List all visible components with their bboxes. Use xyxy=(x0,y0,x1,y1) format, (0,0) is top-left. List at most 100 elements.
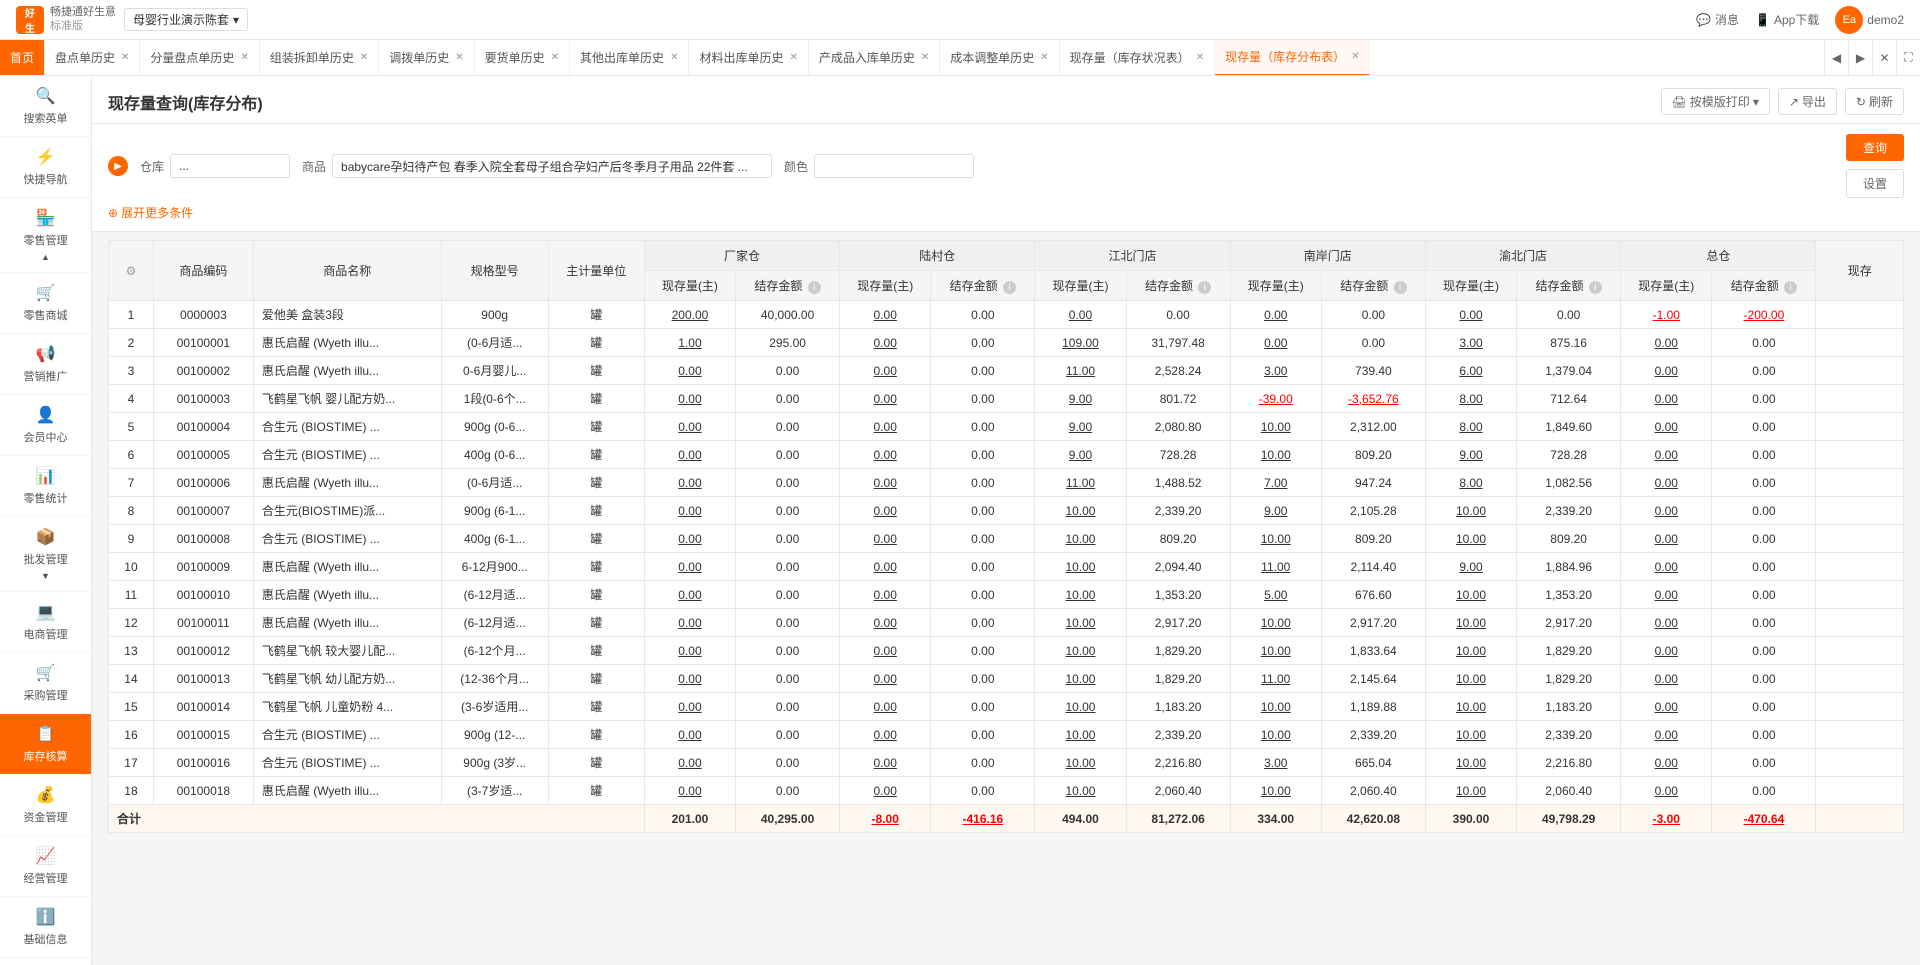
na-qty-cell[interactable]: 5.00 xyxy=(1230,581,1321,609)
user-profile[interactable]: Ea demo2 xyxy=(1835,6,1904,34)
jb-qty-cell[interactable]: 10.00 xyxy=(1035,665,1126,693)
expand-conditions-btn[interactable]: ⊕ 展开更多条件 xyxy=(108,204,1904,221)
total-qty-cell[interactable]: 0.00 xyxy=(1621,525,1712,553)
total-qty-cell[interactable]: 0.00 xyxy=(1621,693,1712,721)
f-qty-cell[interactable]: 0.00 xyxy=(644,553,735,581)
close-icon[interactable]: ✕ xyxy=(1196,52,1204,63)
jb-qty-cell[interactable]: 10.00 xyxy=(1035,749,1126,777)
f-qty-cell[interactable]: 0.00 xyxy=(644,693,735,721)
f-qty-cell[interactable]: 0.00 xyxy=(644,777,735,805)
total-qty-cell[interactable]: 0.00 xyxy=(1621,609,1712,637)
na-qty-cell[interactable]: 10.00 xyxy=(1230,637,1321,665)
tab-qita[interactable]: 其他出库单历史 ✕ xyxy=(570,40,689,76)
f-qty-cell[interactable]: 0.00 xyxy=(644,609,735,637)
warehouse-input[interactable] xyxy=(170,154,290,178)
tab-xiancun-dist[interactable]: 现存量（库存分布表） ✕ xyxy=(1215,40,1370,76)
color-input[interactable] xyxy=(814,154,974,178)
l-qty-cell[interactable]: 0.00 xyxy=(840,609,931,637)
tab-zuzhuan[interactable]: 组装拆卸单历史 ✕ xyxy=(260,40,379,76)
jb-qty-cell[interactable]: 10.00 xyxy=(1035,553,1126,581)
total-qty-cell[interactable]: 0.00 xyxy=(1621,469,1712,497)
jb-qty-cell[interactable]: 10.00 xyxy=(1035,497,1126,525)
yb-qty-cell[interactable]: 8.00 xyxy=(1425,469,1516,497)
na-qty-cell[interactable]: 3.00 xyxy=(1230,357,1321,385)
yb-qty-cell[interactable]: 8.00 xyxy=(1425,413,1516,441)
jb-qty-cell[interactable]: 11.00 xyxy=(1035,469,1126,497)
l-qty-cell[interactable]: 0.00 xyxy=(840,329,931,357)
na-qty-cell[interactable]: 10.00 xyxy=(1230,413,1321,441)
close-icon[interactable]: ✕ xyxy=(455,52,463,63)
nav-close-all[interactable]: ✕ xyxy=(1872,40,1896,76)
l-qty-cell[interactable]: 0.00 xyxy=(840,301,931,329)
info-icon[interactable]: i xyxy=(1589,281,1602,294)
na-qty-cell[interactable]: -39.00 xyxy=(1230,385,1321,413)
store-selector[interactable]: 母婴行业演示陈套 ▾ xyxy=(124,8,248,31)
setting-button[interactable]: 设置 xyxy=(1846,169,1904,198)
tab-diaobo[interactable]: 调拨单历史 ✕ xyxy=(379,40,474,76)
na-qty-cell[interactable]: 10.00 xyxy=(1230,693,1321,721)
nav-maximize[interactable]: ⛶ xyxy=(1896,40,1920,76)
sidebar-item-wholesale[interactable]: 📦 批发管理 ▼ xyxy=(0,517,91,592)
yb-qty-cell[interactable]: 10.00 xyxy=(1425,609,1516,637)
f-qty-cell[interactable]: 0.00 xyxy=(644,497,735,525)
yb-qty-cell[interactable]: 10.00 xyxy=(1425,665,1516,693)
f-qty-cell[interactable]: 0.00 xyxy=(644,581,735,609)
tab-xiancun-status[interactable]: 现存量（库存状况表） ✕ xyxy=(1060,40,1215,76)
tab-pandian[interactable]: 盘点单历史 ✕ xyxy=(45,40,140,76)
sidebar-item-purchase[interactable]: 🛒 采购管理 xyxy=(0,653,91,714)
total-qty-cell[interactable]: 0.00 xyxy=(1621,441,1712,469)
close-icon[interactable]: ✕ xyxy=(921,52,929,63)
yb-qty-cell[interactable]: 10.00 xyxy=(1425,721,1516,749)
f-qty-cell[interactable]: 0.00 xyxy=(644,749,735,777)
sidebar-item-ecom[interactable]: 💻 电商管理 xyxy=(0,592,91,653)
total-qty-cell[interactable]: 0.00 xyxy=(1621,553,1712,581)
na-qty-cell[interactable]: 9.00 xyxy=(1230,497,1321,525)
f-qty-cell[interactable]: 0.00 xyxy=(644,665,735,693)
na-qty-cell[interactable]: 11.00 xyxy=(1230,553,1321,581)
na-qty-cell[interactable]: 10.00 xyxy=(1230,441,1321,469)
sidebar-item-search[interactable]: 🔍 搜索英单 xyxy=(0,76,91,137)
yb-qty-cell[interactable]: 10.00 xyxy=(1425,525,1516,553)
total-qty-cell[interactable]: 0.00 xyxy=(1621,357,1712,385)
l-qty-cell[interactable]: 0.00 xyxy=(840,553,931,581)
yb-qty-cell[interactable]: 0.00 xyxy=(1425,301,1516,329)
close-icon[interactable]: ✕ xyxy=(360,52,368,63)
info-icon[interactable]: i xyxy=(1198,281,1211,294)
l-qty-cell[interactable]: 0.00 xyxy=(840,385,931,413)
f-qty-cell[interactable]: 0.00 xyxy=(644,721,735,749)
info-icon[interactable]: i xyxy=(1003,281,1016,294)
sidebar-item-marketing[interactable]: 📢 营销推广 xyxy=(0,334,91,395)
na-qty-cell[interactable]: 10.00 xyxy=(1230,721,1321,749)
nav-right-arrow[interactable]: ▶ xyxy=(1848,40,1872,76)
tab-home[interactable]: 首页 xyxy=(0,40,45,76)
sidebar-item-retail[interactable]: 🏪 零售管理 ▲ xyxy=(0,198,91,273)
sidebar-item-ops[interactable]: 📈 经营管理 xyxy=(0,836,91,897)
sidebar-item-finance[interactable]: 💰 资金管理 xyxy=(0,775,91,836)
total-qty-cell[interactable]: 0.00 xyxy=(1621,329,1712,357)
refresh-button[interactable]: ↻ 刷新 xyxy=(1845,88,1904,115)
na-qty-cell[interactable]: 10.00 xyxy=(1230,609,1321,637)
total-qty-cell[interactable]: 0.00 xyxy=(1621,581,1712,609)
jb-qty-cell[interactable]: 9.00 xyxy=(1035,385,1126,413)
na-qty-cell[interactable]: 10.00 xyxy=(1230,777,1321,805)
nav-left-arrow[interactable]: ◀ xyxy=(1824,40,1848,76)
f-qty-cell[interactable]: 200.00 xyxy=(644,301,735,329)
info-icon[interactable]: i xyxy=(1394,281,1407,294)
tab-fenpan[interactable]: 分量盘点单历史 ✕ xyxy=(140,40,259,76)
jb-qty-cell[interactable]: 9.00 xyxy=(1035,413,1126,441)
f-qty-cell[interactable]: 0.00 xyxy=(644,413,735,441)
total-qty-cell[interactable]: 0.00 xyxy=(1621,721,1712,749)
total-qty-cell[interactable]: 0.00 xyxy=(1621,777,1712,805)
total-qty-cell[interactable]: 0.00 xyxy=(1621,637,1712,665)
info-icon[interactable]: i xyxy=(1784,281,1797,294)
yb-qty-cell[interactable]: 8.00 xyxy=(1425,385,1516,413)
close-icon[interactable]: ✕ xyxy=(789,52,797,63)
l-qty-cell[interactable]: 0.00 xyxy=(840,441,931,469)
yb-qty-cell[interactable]: 3.00 xyxy=(1425,329,1516,357)
f-qty-cell[interactable]: 0.00 xyxy=(644,525,735,553)
sidebar-item-member[interactable]: 👤 会员中心 xyxy=(0,395,91,456)
l-qty-cell[interactable]: 0.00 xyxy=(840,749,931,777)
na-qty-cell[interactable]: 3.00 xyxy=(1230,749,1321,777)
f-qty-cell[interactable]: 1.00 xyxy=(644,329,735,357)
total-qty-cell[interactable]: 0.00 xyxy=(1621,385,1712,413)
